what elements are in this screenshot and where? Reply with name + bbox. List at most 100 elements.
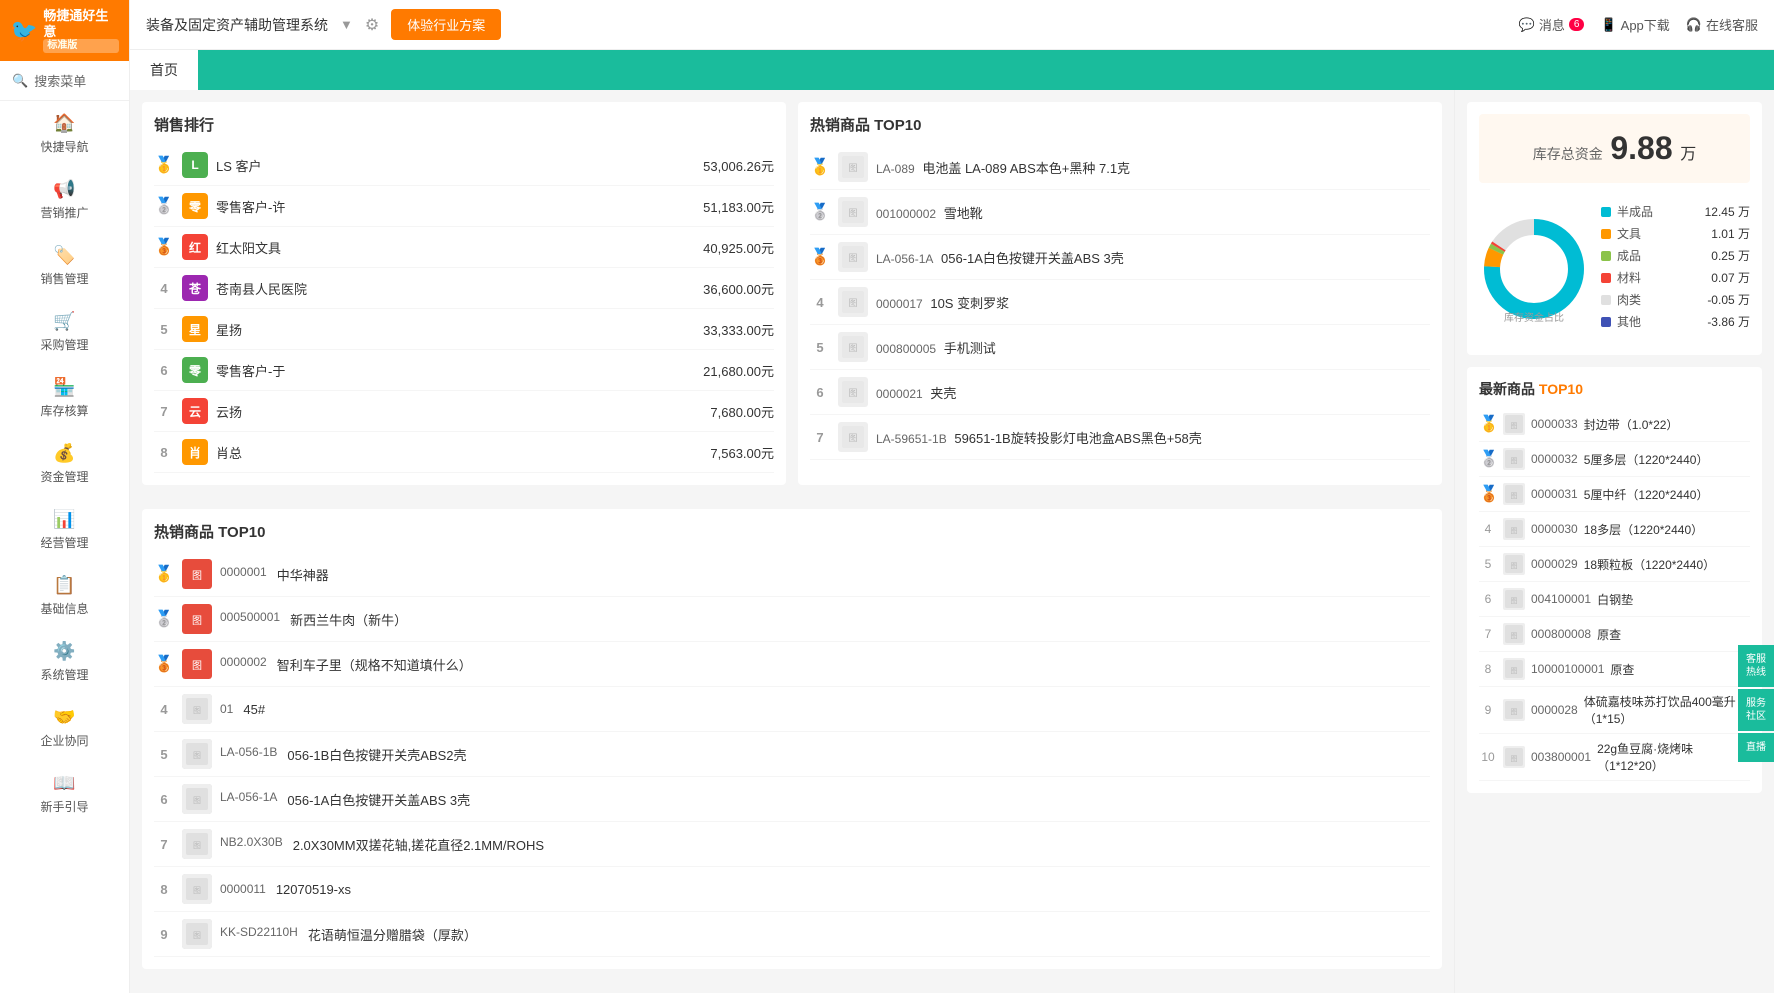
sidebar-item-quick-nav[interactable]: 🏠 快捷导航 xyxy=(0,101,129,167)
rank-item[interactable]: 7 云 云扬 7,680.00元 xyxy=(154,391,774,432)
hot-product-rank-item[interactable]: 🥇 图 LA-089 电池盖 LA-089 ABS本色+黑种 7.1克 xyxy=(810,145,1430,190)
newest-product-item[interactable]: 🥇 图 0000033 封边带（1.0*22） xyxy=(1479,407,1750,442)
product-name: 体硫嘉枝味苏打饮品400毫升（1*15） xyxy=(1584,693,1750,727)
product-rank-num: 6 xyxy=(810,385,830,400)
newest-products-list: 🥇 图 0000033 封边带（1.0*22） 🥈 图 0000032 5厘多层… xyxy=(1479,407,1750,781)
float-buttons: 客服热线 服务社区 直播 xyxy=(1738,645,1774,762)
notification-item[interactable]: 💬 消息 6 xyxy=(1519,15,1585,34)
hot-product-item[interactable]: 🥇 图 0000001 中华神器 xyxy=(154,552,1430,597)
trial-button[interactable]: 体验行业方案 xyxy=(391,9,501,40)
newest-product-item[interactable]: 4 图 0000030 18多层（1220*2440） xyxy=(1479,512,1750,547)
app-download-item[interactable]: 📱 App下载 xyxy=(1600,15,1669,34)
hot-product-rank-item[interactable]: 7 图 LA-59651-1B 59651-1B旋转投影灯电池盒ABS黑色+58… xyxy=(810,415,1430,460)
newest-product-item[interactable]: 8 图 10000100001 原查 xyxy=(1479,652,1750,687)
sidebar-item-operations[interactable]: 📊 经营管理 xyxy=(0,497,129,563)
hot-product-item[interactable]: 9 图 KK-SD22110H 花语萌恒温分赠腊袋（厚款） xyxy=(154,912,1430,957)
nav-tabs: 首页 xyxy=(130,50,1774,90)
guide-icon: 📖 xyxy=(53,773,75,794)
float-btn-community[interactable]: 服务社区 xyxy=(1738,689,1774,731)
rank-amount: 7,563.00元 xyxy=(710,443,774,462)
hot-product-item[interactable]: 8 图 0000011 12070519-xs xyxy=(154,867,1430,912)
product-thumbnail: 图 xyxy=(1503,448,1525,470)
newest-product-item[interactable]: 🥉 图 0000031 5厘中纤（1220*2440） xyxy=(1479,477,1750,512)
sidebar-item-sales[interactable]: 🏷️ 销售管理 xyxy=(0,233,129,299)
newest-product-item[interactable]: 7 图 000800008 原查 xyxy=(1479,617,1750,652)
sidebar-item-marketing[interactable]: 📢 营销推广 xyxy=(0,167,129,233)
settings-icon[interactable]: ⚙ xyxy=(365,15,379,35)
sidebar-item-label: 经营管理 xyxy=(40,534,88,551)
newest-product-item[interactable]: 5 图 0000029 18颗粒板（1220*2440） xyxy=(1479,547,1750,582)
product-name: 22g鱼豆腐·烧烤味（1*12*20） xyxy=(1597,740,1750,774)
float-btn-customer-service[interactable]: 客服热线 xyxy=(1738,645,1774,687)
rank-item[interactable]: 4 苍 苍南县人民医院 36,600.00元 xyxy=(154,268,774,309)
svg-text:图: 图 xyxy=(1511,597,1518,605)
product-code: 01 xyxy=(220,702,233,717)
rank-item[interactable]: 🥉 红 红太阳文具 40,925.00元 xyxy=(154,227,774,268)
rank-item[interactable]: 🥈 零 零售客户-许 51,183.00元 xyxy=(154,186,774,227)
product-code: LA-056-1A xyxy=(876,252,933,266)
product-thumbnail: 图 xyxy=(182,604,212,634)
product-code: 0000001 xyxy=(220,565,267,584)
legend-color-dot xyxy=(1601,273,1611,283)
product-info: LA-056-1A 056-1A白色按键开关盖ABS 3壳 xyxy=(220,790,1430,809)
legend-category-value: 0.25 万 xyxy=(1711,247,1750,264)
hot-product-rank-item[interactable]: 5 图 000800005 手机测试 xyxy=(810,325,1430,370)
customer-service-item[interactable]: 🎧 在线客服 xyxy=(1686,15,1758,34)
float-btn-broadcast[interactable]: 直播 xyxy=(1738,733,1774,762)
rank-item[interactable]: 5 星 星扬 33,333.00元 xyxy=(154,309,774,350)
notification-label: 消息 xyxy=(1539,15,1565,34)
sidebar-item-guide[interactable]: 📖 新手引导 xyxy=(0,761,129,827)
hot-product-rank-item[interactable]: 🥈 图 001000002 雪地靴 xyxy=(810,190,1430,235)
product-name: 中华神器 xyxy=(277,565,1430,584)
svg-text:图: 图 xyxy=(1511,755,1518,763)
hot-products-title: 热销商品 TOP10 xyxy=(154,521,1430,542)
legend-category-name: 文具 xyxy=(1617,225,1705,242)
product-name: 新西兰牛肉（新牛） xyxy=(290,610,1430,629)
legend-item: 成品 0.25 万 xyxy=(1601,247,1750,264)
product-thumbnail: 图 xyxy=(182,919,212,949)
rank-item[interactable]: 8 肖 肖总 7,563.00元 xyxy=(154,432,774,473)
hot-product-item[interactable]: 5 图 LA-056-1B 056-1B白色按键开关壳ABS2壳 xyxy=(154,732,1430,777)
newest-product-item[interactable]: 6 图 004100001 白钢垫 xyxy=(1479,582,1750,617)
dropdown-arrow-icon[interactable]: ▼ xyxy=(340,17,353,32)
legend-category-value: -3.86 万 xyxy=(1707,313,1750,330)
hot-product-item[interactable]: 🥈 图 000500001 新西兰牛肉（新牛） xyxy=(154,597,1430,642)
rank-avatar: L xyxy=(182,152,208,178)
rank-number: 8 xyxy=(154,445,174,460)
hot-product-item[interactable]: 🥉 图 0000002 智利车子里（规格不知道填什么） xyxy=(154,642,1430,687)
sidebar-item-inventory[interactable]: 🏪 库存核算 xyxy=(0,365,129,431)
rank-item[interactable]: 6 零 零售客户-于 21,680.00元 xyxy=(154,350,774,391)
product-code: LA-056-1B xyxy=(220,745,277,764)
topbar: 装备及固定资产辅助管理系统 ▼ ⚙ 体验行业方案 💬 消息 6 📱 App下载 … xyxy=(130,0,1774,50)
product-rank-num: 🥉 xyxy=(810,247,830,267)
sidebar-item-purchase[interactable]: 🛒 采购管理 xyxy=(0,299,129,365)
product-code: 0000028 xyxy=(1531,703,1578,717)
legend-color-dot xyxy=(1601,295,1611,305)
tab-home[interactable]: 首页 xyxy=(130,50,198,90)
sidebar-item-finance[interactable]: 💰 资金管理 xyxy=(0,431,129,497)
hot-product-rank-item[interactable]: 🥉 图 LA-056-1A 056-1A白色按键开关盖ABS 3壳 xyxy=(810,235,1430,280)
hot-product-item[interactable]: 6 图 LA-056-1A 056-1A白色按键开关盖ABS 3壳 xyxy=(154,777,1430,822)
product-name: 056-1B白色按键开关壳ABS2壳 xyxy=(287,745,1430,764)
hot-product-item[interactable]: 7 图 NB2.0X30B 2.0X30MM双搓花轴,搓花直径2.1MM/ROH… xyxy=(154,822,1430,867)
hot-product-rank-item[interactable]: 4 图 0000017 10S 变刺罗浆 xyxy=(810,280,1430,325)
product-rank-num: 10 xyxy=(1479,750,1497,764)
sidebar-item-system[interactable]: ⚙️ 系统管理 xyxy=(0,629,129,695)
sidebar-item-base-info[interactable]: 📋 基础信息 xyxy=(0,563,129,629)
newest-product-item[interactable]: 9 图 0000028 体硫嘉枝味苏打饮品400毫升（1*15） xyxy=(1479,687,1750,734)
sidebar-item-cooperation[interactable]: 🤝 企业协同 xyxy=(0,695,129,761)
newest-product-item[interactable]: 10 图 003800001 22g鱼豆腐·烧烤味（1*12*20） xyxy=(1479,734,1750,781)
inventory-unit: 万 xyxy=(1680,146,1696,163)
svg-text:图: 图 xyxy=(848,163,857,173)
rank-item[interactable]: 🥇 L LS 客户 53,006.26元 xyxy=(154,145,774,186)
newest-product-item[interactable]: 🥈 图 0000032 5厘多层（1220*2440） xyxy=(1479,442,1750,477)
donut-section: 库存资金占比 半成品 12.45 万 文具 1.01 万 成品 0.25 万 材… xyxy=(1479,195,1750,343)
hot-product-rank-item[interactable]: 6 图 0000021 夹壳 xyxy=(810,370,1430,415)
product-info: LA-056-1A 056-1A白色按键开关盖ABS 3壳 xyxy=(876,248,1430,267)
donut-chart: 库存资金占比 xyxy=(1479,214,1589,324)
hot-product-item[interactable]: 4 图 01 45# xyxy=(154,687,1430,732)
purchase-icon: 🛒 xyxy=(53,311,75,332)
rank-avatar: 零 xyxy=(182,193,208,219)
search-menu[interactable]: 🔍 搜索菜单 xyxy=(0,61,129,101)
product-thumbnail: 图 xyxy=(838,332,868,362)
